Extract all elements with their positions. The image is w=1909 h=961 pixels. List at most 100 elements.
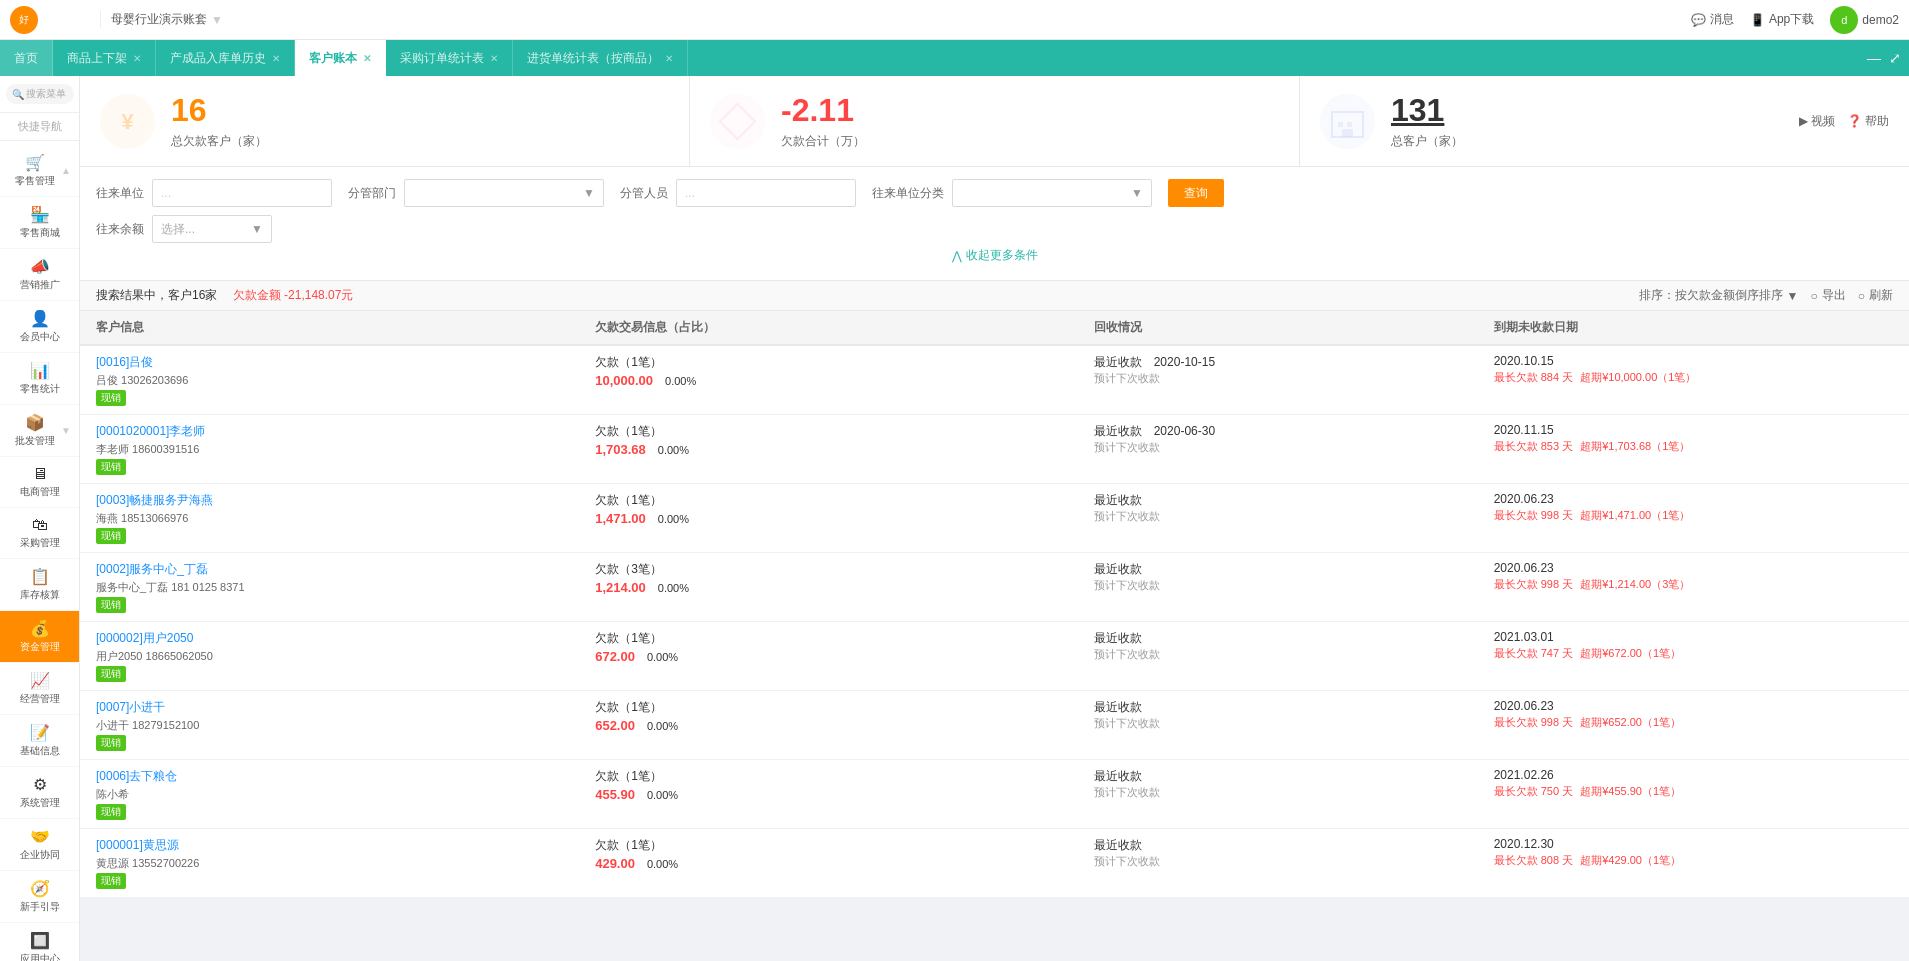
customer-info-0: [0016]吕俊 吕俊 13026203696 现销: [96, 354, 595, 406]
recovery-next-4: 预计下次收款: [1094, 647, 1493, 662]
dept-select[interactable]: ▼: [404, 179, 604, 207]
customer-tag-5: 现销: [96, 735, 126, 751]
dept-label: 分管部门: [348, 185, 396, 202]
sidebar-item-system[interactable]: ⚙ 系统管理: [0, 767, 79, 819]
tab-customer-account[interactable]: 客户账本 ✕: [295, 40, 386, 76]
overdue-link-1[interactable]: 超期¥1,703.68（1笔）: [1580, 440, 1690, 452]
debt-count-7: 欠款（1笔）: [595, 837, 1094, 854]
debt-amount-2: 1,471.00: [595, 511, 646, 526]
tab-inbound-summary[interactable]: 进货单统计表（按商品） ✕: [513, 40, 688, 76]
sidebar-item-finance[interactable]: 💰 资金管理: [0, 611, 79, 663]
collapse-btn[interactable]: ⋀ 收起更多条件: [952, 247, 1038, 264]
customer-name-0[interactable]: [0016]吕俊: [96, 354, 595, 371]
batch-mgmt-icon: 📦: [25, 413, 45, 432]
sidebar-item-app-center[interactable]: 🔲 应用中心: [0, 923, 79, 961]
marketing-icon: 📣: [30, 257, 50, 276]
stat-debt-value: -2.11: [781, 92, 865, 129]
category-arrow-icon: ▼: [1131, 186, 1143, 200]
customer-name-7[interactable]: [000001]黄思源: [96, 837, 595, 854]
customer-name-4[interactable]: [000002]用户2050: [96, 630, 595, 647]
recovery-info-4: 最近收款 预计下次收款: [1094, 630, 1493, 662]
result-text: 搜索结果中，客户16家: [96, 288, 217, 302]
sidebar-item-ecommerce[interactable]: 🖥 电商管理: [0, 457, 79, 508]
person-filter: 分管人员 ...: [620, 179, 856, 207]
customer-name-1[interactable]: [0001020001]李老师: [96, 423, 595, 440]
tab-close-icon[interactable]: ✕: [272, 53, 280, 64]
balance-label: 往来余额: [96, 221, 144, 238]
sort-select[interactable]: 排序：按欠款金额倒序排序 ▼: [1639, 287, 1799, 304]
due-date-3: 2020.06.23: [1494, 561, 1893, 575]
overdue-link-4[interactable]: 超期¥672.00（1笔）: [1580, 647, 1681, 659]
industry-selector[interactable]: 母婴行业演示账套 ▼: [100, 11, 233, 28]
sidebar-item-membership[interactable]: 👤 会员中心: [0, 301, 79, 353]
tab-close-icon[interactable]: ✕: [490, 53, 498, 64]
overdue-link-7[interactable]: 超期¥429.00（1笔）: [1580, 854, 1681, 866]
app-download-btn[interactable]: 📱 App下载: [1750, 11, 1814, 28]
sidebar-item-enterprise[interactable]: 🤝 企业协同: [0, 819, 79, 871]
tab-minimize-icon[interactable]: —: [1867, 50, 1881, 66]
sidebar-item-guide[interactable]: 🧭 新手引导: [0, 871, 79, 923]
customer-name-6[interactable]: [0006]去下粮仓: [96, 768, 595, 785]
tab-close-icon[interactable]: ✕: [363, 53, 371, 64]
overdue-info-1: 最长欠款 853 天 超期¥1,703.68（1笔）: [1494, 439, 1893, 454]
export-btn[interactable]: ○ 导出: [1811, 287, 1846, 304]
due-date-2: 2020.06.23: [1494, 492, 1893, 506]
sidebar-item-retail-mall[interactable]: 🏪 零售商城: [0, 197, 79, 249]
sidebar-item-retail-stats[interactable]: 📊 零售统计: [0, 353, 79, 405]
refresh-btn[interactable]: ○ 刷新: [1858, 287, 1893, 304]
tab-close-icon[interactable]: ✕: [133, 53, 141, 64]
overdue-link-6[interactable]: 超期¥455.90（1笔）: [1580, 785, 1681, 797]
overdue-link-0[interactable]: 超期¥10,000.00（1笔）: [1580, 371, 1696, 383]
customer-phone-4: 用户2050 18665062050: [96, 649, 595, 664]
recovery-info-5: 最近收款 预计下次收款: [1094, 699, 1493, 731]
recovery-info-2: 最近收款 预计下次收款: [1094, 492, 1493, 524]
tab-expand-icon[interactable]: ⤢: [1889, 50, 1901, 66]
customer-name-2[interactable]: [0003]畅捷服务尹海燕: [96, 492, 595, 509]
sidebar-item-marketing[interactable]: 📣 营销推广: [0, 249, 79, 301]
customer-tag-1: 现销: [96, 459, 126, 475]
search-button[interactable]: 查询: [1168, 179, 1224, 207]
sidebar-item-purchase-mgmt[interactable]: 🛍 采购管理: [0, 508, 79, 559]
overdue-link-2[interactable]: 超期¥1,471.00（1笔）: [1580, 509, 1690, 521]
enterprise-icon: 🤝: [30, 827, 50, 846]
from-unit-filter: 往来单位 ...: [96, 179, 332, 207]
result-info: 搜索结果中，客户16家 欠款金额 -21,148.07元: [96, 287, 353, 304]
sidebar-item-operations[interactable]: 📈 经营管理: [0, 663, 79, 715]
from-unit-dots: ...: [161, 186, 171, 200]
stats-row: ¥ 16 总欠款客户（家） -2.11 欠款合计（万）: [80, 76, 1909, 167]
recovery-latest-4: 最近收款: [1094, 630, 1493, 647]
recovery-next-2: 预计下次收款: [1094, 509, 1493, 524]
balance-select[interactable]: 选择... ▼: [152, 215, 272, 243]
category-select[interactable]: ▼: [952, 179, 1152, 207]
video-btn[interactable]: ▶ 视频: [1799, 113, 1835, 130]
help-btn[interactable]: ❓ 帮助: [1847, 113, 1889, 130]
tab-purchase-summary[interactable]: 采购订单统计表 ✕: [386, 40, 513, 76]
industry-arrow: ▼: [211, 13, 223, 27]
sidebar-item-batch-mgmt[interactable]: 📦 批发管理 ▼: [0, 405, 79, 457]
overdue-link-5[interactable]: 超期¥652.00（1笔）: [1580, 716, 1681, 728]
due-date-4: 2021.03.01: [1494, 630, 1893, 644]
debt-info-5: 欠款（1笔） 652.00 0.00%: [595, 699, 1094, 735]
tab-product-offline[interactable]: 商品上下架 ✕: [53, 40, 156, 76]
user-profile[interactable]: d demo2: [1830, 6, 1899, 34]
message-btn[interactable]: 💬 消息: [1691, 11, 1734, 28]
sidebar-search-box[interactable]: 🔍 搜索菜单: [6, 84, 74, 104]
tab-product-history[interactable]: 产成品入库单历史 ✕: [156, 40, 295, 76]
sidebar-item-retail-mgmt[interactable]: 🛒 零售管理 ▲: [0, 145, 79, 197]
top-bar: 好 母婴行业演示账套 ▼ 💬 消息 📱 App下载 d demo2: [0, 0, 1909, 40]
app-center-icon: 🔲: [30, 931, 50, 950]
debt-percent-4: 0.00%: [647, 651, 678, 663]
debt-percent-5: 0.00%: [647, 720, 678, 732]
tab-close-icon[interactable]: ✕: [665, 53, 673, 64]
person-input[interactable]: ...: [676, 179, 856, 207]
customer-tag-0: 现销: [96, 390, 126, 406]
from-unit-input[interactable]: ...: [152, 179, 332, 207]
category-filter: 往来单位分类 ▼: [872, 179, 1152, 207]
debt-count-6: 欠款（1笔）: [595, 768, 1094, 785]
overdue-link-3[interactable]: 超期¥1,214.00（3笔）: [1580, 578, 1690, 590]
sidebar-item-basic-info[interactable]: 📝 基础信息: [0, 715, 79, 767]
customer-name-3[interactable]: [0002]服务中心_丁磊: [96, 561, 595, 578]
tab-home[interactable]: 首页: [0, 40, 53, 76]
sidebar-item-inventory[interactable]: 📋 库存核算: [0, 559, 79, 611]
customer-name-5[interactable]: [0007]小进干: [96, 699, 595, 716]
